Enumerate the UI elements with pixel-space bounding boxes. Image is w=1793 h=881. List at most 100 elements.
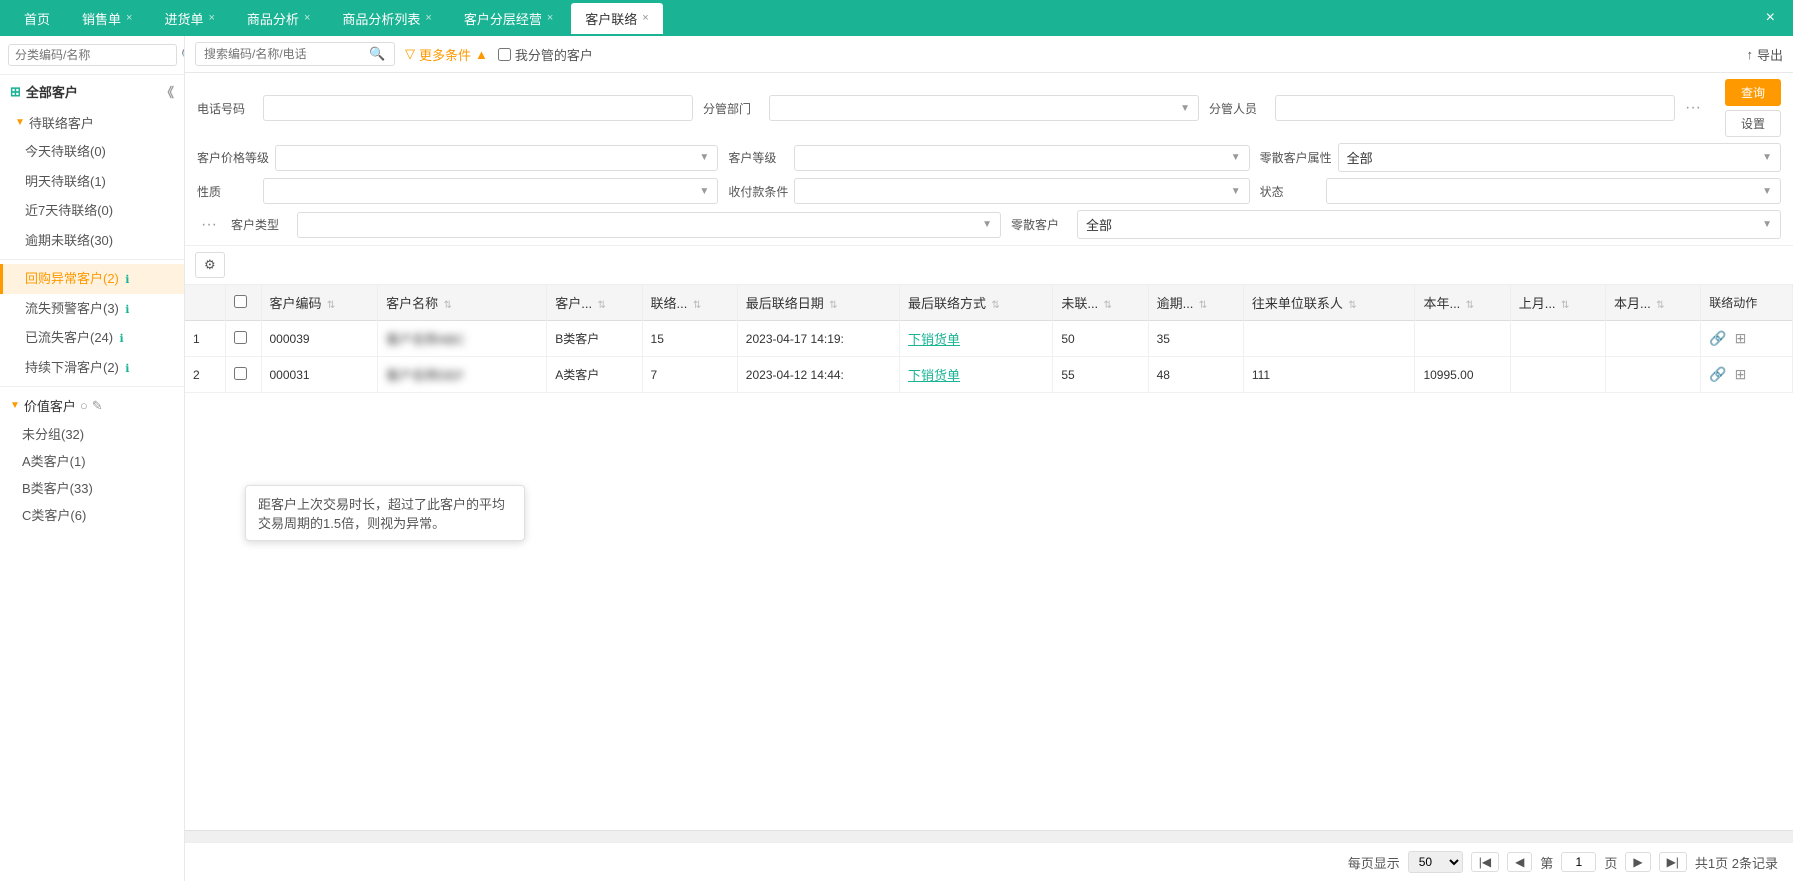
sidebar-item-ungrouped[interactable]: 未分组(32) <box>0 420 184 447</box>
customer-type-select[interactable]: ▼ <box>297 212 1001 238</box>
first-page-btn[interactable]: |◀ <box>1471 852 1499 872</box>
cell-this-month-2 <box>1605 357 1700 393</box>
person-select[interactable] <box>1275 95 1675 121</box>
sidebar-item-7days[interactable]: 近7天待联络(0) <box>0 196 184 226</box>
action-grid-icon-2[interactable]: ⊞ <box>1735 366 1747 383</box>
sidebar-item-lost-warning[interactable]: 流失预警客户(3) ℹ <box>0 294 184 324</box>
tab-purchase[interactable]: 进货单 × <box>150 3 228 34</box>
tab-customer-contact-close[interactable]: × <box>642 12 648 24</box>
sidebar-search-input[interactable] <box>8 44 177 66</box>
filter-actions-1: 查询 设置 <box>1725 79 1781 137</box>
status-select[interactable]: ▼ <box>1326 178 1781 204</box>
cell-contacts-1 <box>1243 321 1415 357</box>
dept-caret: ▼ <box>1180 103 1190 114</box>
tab-purchase-close[interactable]: × <box>208 12 214 24</box>
tab-sales[interactable]: 销售单 × <box>68 3 146 34</box>
action-link-icon-2[interactable]: 🔗 <box>1709 366 1726 383</box>
sidebar-item-overdue[interactable]: 逾期未联络(30) <box>0 226 184 256</box>
sidebar-item-tomorrow[interactable]: 明天待联络(1) <box>0 167 184 197</box>
status-caret: ▼ <box>1762 186 1772 197</box>
table-row[interactable]: 2 000031 客户名称DEF A类客户 7 2023-04-12 14:44… <box>185 357 1793 393</box>
price-grade-select[interactable]: ▼ <box>275 145 718 171</box>
customer-grade-select[interactable]: ▼ <box>794 145 1249 171</box>
tab-sales-close[interactable]: × <box>126 12 132 24</box>
all-customers-header[interactable]: ⊞ 全部客户 《 <box>0 75 184 108</box>
more-conditions-btn[interactable]: ▽ 更多条件 ▲ <box>405 45 488 64</box>
next-page-btn[interactable]: ▶ <box>1625 852 1650 872</box>
retail-customer-caret: ▼ <box>1762 219 1772 230</box>
phone-input[interactable] <box>263 95 693 121</box>
sidebar-item-declining[interactable]: 持续下滑客户(2) ℹ <box>0 353 184 383</box>
sidebar-item-already-lost[interactable]: 已流失客户(24) ℹ <box>0 323 184 353</box>
col-contact-count-sort[interactable]: ⇅ <box>693 300 701 311</box>
tab-customer-contact[interactable]: 客户联络 × <box>571 3 662 34</box>
col-code-sort[interactable]: ⇅ <box>327 300 335 311</box>
customer-table: 客户编码 ⇅ 客户名称 ⇅ 客户... ⇅ 联络... <box>185 285 1793 393</box>
col-contacts-sort[interactable]: ⇅ <box>1348 300 1356 311</box>
settings-btn[interactable]: 设置 <box>1725 110 1781 137</box>
filter-search-input[interactable] <box>204 47 364 61</box>
col-overdue-sort[interactable]: ⇅ <box>1199 300 1207 311</box>
tab-home[interactable]: 首页 <box>10 3 64 34</box>
page-input[interactable] <box>1561 852 1596 872</box>
filter-search-icon[interactable]: 🔍 <box>369 46 385 62</box>
filter-dept: 分管部门 ▼ <box>703 95 1199 121</box>
action-link-icon-1[interactable]: 🔗 <box>1709 330 1726 347</box>
person-dots[interactable]: ··· <box>1681 99 1705 117</box>
col-last-month-sort[interactable]: ⇅ <box>1561 300 1569 311</box>
table-row[interactable]: 1 000039 客户名称ABC B类客户 15 2023-04-17 14:1… <box>185 321 1793 357</box>
method-link-1[interactable]: 下销货单 <box>908 332 960 347</box>
tab-customer-tier-close[interactable]: × <box>547 12 553 24</box>
method-link-2[interactable]: 下销货单 <box>908 368 960 383</box>
sidebar-item-today[interactable]: 今天待联络(0) <box>0 137 184 167</box>
row4-dots[interactable]: ··· <box>197 216 221 234</box>
col-uncontacted-sort[interactable]: ⇅ <box>1104 300 1112 311</box>
col-name-sort[interactable]: ⇅ <box>444 300 452 311</box>
col-customer-type-sort[interactable]: ⇅ <box>597 300 605 311</box>
table-gear-btn[interactable]: ⚙ <box>195 252 225 278</box>
per-page-label: 每页显示 <box>1348 853 1400 872</box>
value-edit2-icon[interactable]: ✎ <box>92 398 103 414</box>
retail-attr-label: 零散客户属性 <box>1260 149 1332 166</box>
col-this-year-sort[interactable]: ⇅ <box>1466 300 1474 311</box>
value-edit-icon[interactable]: ○ <box>80 398 88 413</box>
per-page-select[interactable]: 50 20 100 <box>1408 851 1463 873</box>
col-last-contact-date-sort[interactable]: ⇅ <box>829 300 837 311</box>
sidebar-item-a-class[interactable]: A类客户(1) <box>0 447 184 474</box>
col-last-contact-method-sort[interactable]: ⇅ <box>991 300 999 311</box>
pending-section-header[interactable]: ▼ 待联络客户 <box>0 108 184 137</box>
select-all-checkbox[interactable] <box>234 295 247 308</box>
last-page-btn[interactable]: ▶| <box>1659 852 1687 872</box>
window-close-btn[interactable]: × <box>1758 9 1783 27</box>
tab-analysis-close[interactable]: × <box>304 12 310 24</box>
col-this-month-sort[interactable]: ⇅ <box>1656 300 1664 311</box>
nature-select[interactable]: ▼ <box>263 178 718 204</box>
sidebar-item-c-class[interactable]: C类客户(6) <box>0 501 184 528</box>
price-grade-caret: ▼ <box>699 152 709 163</box>
cell-this-year-2: 10995.00 <box>1415 357 1510 393</box>
payment-select[interactable]: ▼ <box>794 178 1249 204</box>
sidebar-item-repurchase-abnormal[interactable]: 回购异常客户(2) ℹ <box>0 264 184 294</box>
cell-method-2: 下销货单 <box>900 357 1053 393</box>
my-customers-check[interactable] <box>498 48 511 61</box>
filter-person: 分管人员 ··· <box>1209 95 1705 121</box>
export-btn[interactable]: ↑ 导出 <box>1746 45 1783 64</box>
customer-grade-caret: ▼ <box>1231 152 1241 163</box>
tab-analysis[interactable]: 商品分析 × <box>233 3 324 34</box>
query-btn[interactable]: 查询 <box>1725 79 1781 106</box>
tab-analysis-list[interactable]: 商品分析列表 × <box>328 3 445 34</box>
tab-customer-tier[interactable]: 客户分层经营 × <box>450 3 567 34</box>
row1-checkbox[interactable] <box>234 331 247 344</box>
action-grid-icon-1[interactable]: ⊞ <box>1735 330 1747 347</box>
filter-phone: 电话号码 <box>197 95 693 121</box>
dept-select[interactable]: ▼ <box>769 95 1199 121</box>
retail-attr-select[interactable]: 全部 ▼ <box>1338 143 1781 172</box>
tab-analysis-list-close[interactable]: × <box>425 12 431 24</box>
horizontal-scrollbar[interactable] <box>185 830 1793 842</box>
prev-page-btn[interactable]: ◀ <box>1507 852 1532 872</box>
retail-customer-select[interactable]: 全部 ▼ <box>1077 210 1781 239</box>
sidebar: 🔍 ⊞ 全部客户 《 ▼ 待联络客户 今天待联络(0) 明天待联络(1) 近7天… <box>0 36 185 881</box>
filter-icon: ▽ <box>405 46 415 62</box>
sidebar-item-b-class[interactable]: B类客户(33) <box>0 474 184 501</box>
row2-checkbox[interactable] <box>234 367 247 380</box>
